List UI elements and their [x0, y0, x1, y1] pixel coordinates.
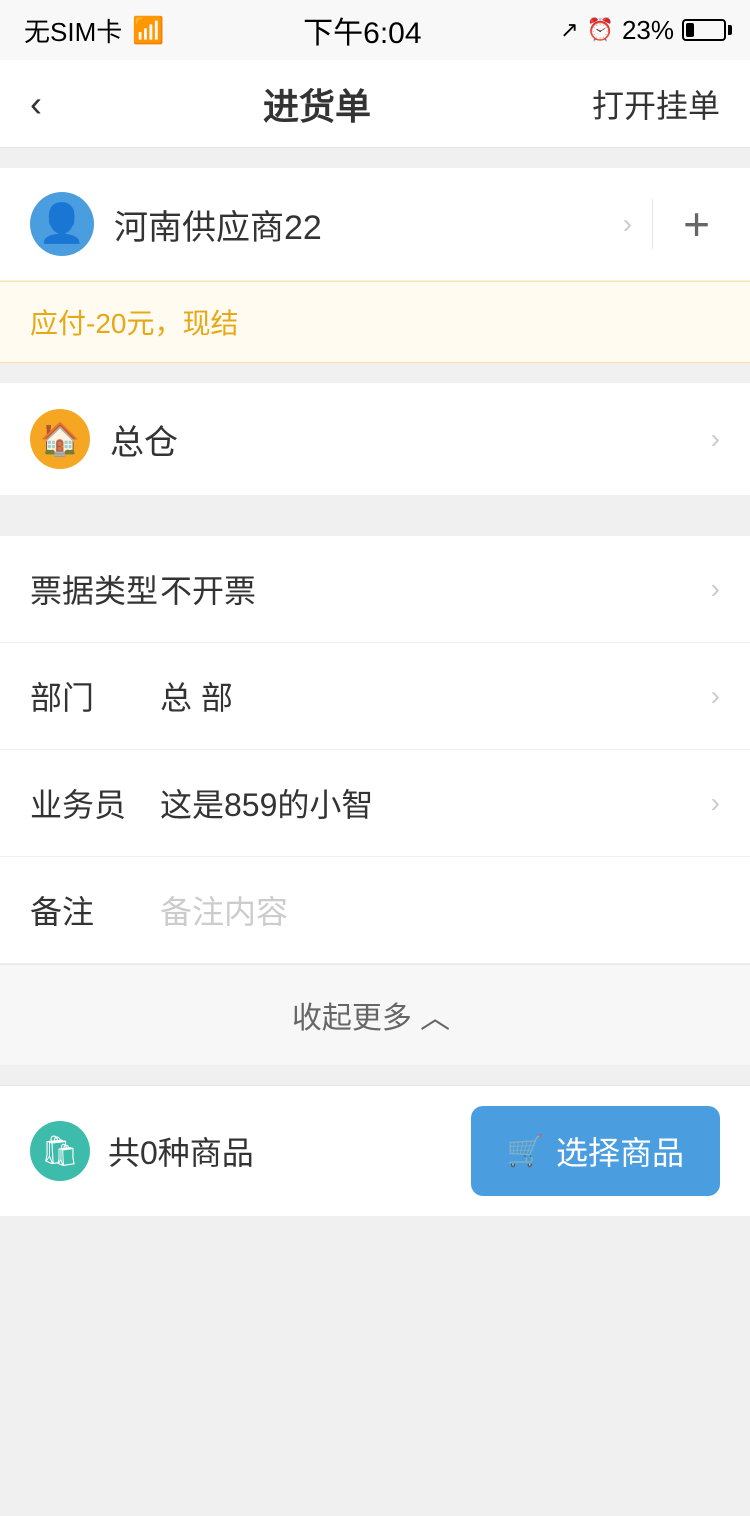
- supplier-row[interactable]: 👤 河南供应商22 › +: [0, 168, 750, 281]
- supplier-name: 河南供应商22: [114, 200, 613, 249]
- house-icon: 🏠: [40, 420, 80, 458]
- product-bag-icon: 🛍: [30, 1121, 90, 1181]
- supplier-divider: [652, 199, 653, 249]
- back-button[interactable]: ‹: [30, 83, 42, 125]
- alarm-icon: ⏰: [587, 17, 614, 43]
- select-product-button[interactable]: 🛒 选择商品: [471, 1106, 720, 1196]
- dept-row[interactable]: 部门 总 部 ›: [0, 643, 750, 750]
- form-section: 票据类型 不开票 › 部门 总 部 › 业务员 这是859的小智 › 备注 备注…: [0, 536, 750, 1065]
- invoice-label: 票据类型: [30, 566, 160, 612]
- location-icon: ↗: [560, 17, 578, 43]
- bag-icon: 🛍: [41, 1134, 79, 1169]
- divider-3: [0, 496, 750, 516]
- remark-row[interactable]: 备注 备注内容: [0, 857, 750, 964]
- status-bar: 无SIM卡 📶 下午6:04 ↗ ⏰ 23%: [0, 0, 750, 60]
- notice-banner: 应付-20元，现结: [0, 281, 750, 363]
- open-pending-button[interactable]: 打开挂单: [592, 81, 720, 127]
- select-product-label: 选择商品: [556, 1128, 684, 1174]
- invoice-chevron-icon: ›: [711, 573, 720, 605]
- status-left: 无SIM卡 📶: [24, 12, 165, 49]
- remark-input[interactable]: 备注内容: [160, 887, 720, 933]
- remark-label: 备注: [30, 887, 160, 933]
- status-time: 下午6:04: [303, 8, 421, 52]
- invoice-row[interactable]: 票据类型 不开票 ›: [0, 536, 750, 643]
- dept-label: 部门: [30, 673, 160, 719]
- dept-value: 总 部: [160, 673, 701, 719]
- wifi-icon: 📶: [132, 15, 164, 46]
- warehouse-row[interactable]: 🏠 总仓 ›: [0, 383, 750, 496]
- bottom-bar: 🛍 共0种商品 🛒 选择商品: [0, 1085, 750, 1216]
- warehouse-name: 总仓: [110, 415, 701, 464]
- dept-chevron-icon: ›: [711, 680, 720, 712]
- battery-percent: 23%: [622, 15, 674, 46]
- nav-bar: ‹ 进货单 打开挂单: [0, 60, 750, 148]
- carrier-text: 无SIM卡: [24, 12, 122, 49]
- supplier-avatar: 👤: [30, 192, 94, 256]
- invoice-value: 不开票: [160, 566, 701, 612]
- notice-text: 应付-20元，现结: [30, 308, 238, 339]
- salesperson-value: 这是859的小智: [160, 780, 701, 826]
- product-count-area: 🛍 共0种商品: [30, 1121, 254, 1181]
- battery-indicator: [682, 19, 726, 41]
- warehouse-chevron-icon: ›: [711, 423, 720, 455]
- main-content-bg: [0, 1216, 750, 1516]
- warehouse-icon: 🏠: [30, 409, 90, 469]
- supplier-section: 👤 河南供应商22 › + 应付-20元，现结: [0, 168, 750, 363]
- product-count-text: 共0种商品: [108, 1128, 254, 1174]
- collapse-label: 收起更多 ︿: [292, 993, 450, 1037]
- salesperson-row[interactable]: 业务员 这是859的小智 ›: [0, 750, 750, 857]
- salesperson-label: 业务员: [30, 780, 160, 826]
- select-product-icon: 🛒: [507, 1134, 544, 1169]
- salesperson-chevron-icon: ›: [711, 787, 720, 819]
- add-supplier-button[interactable]: +: [673, 197, 720, 251]
- divider-1: [0, 148, 750, 168]
- divider-4: [0, 1065, 750, 1085]
- divider-2: [0, 363, 750, 383]
- status-right: ↗ ⏰ 23%: [560, 15, 726, 46]
- supplier-chevron-icon: ›: [623, 208, 632, 240]
- warehouse-section: 🏠 总仓 ›: [0, 383, 750, 496]
- collapse-row[interactable]: 收起更多 ︿: [0, 964, 750, 1065]
- page-title: 进货单: [263, 78, 371, 130]
- user-icon: 👤: [38, 202, 85, 246]
